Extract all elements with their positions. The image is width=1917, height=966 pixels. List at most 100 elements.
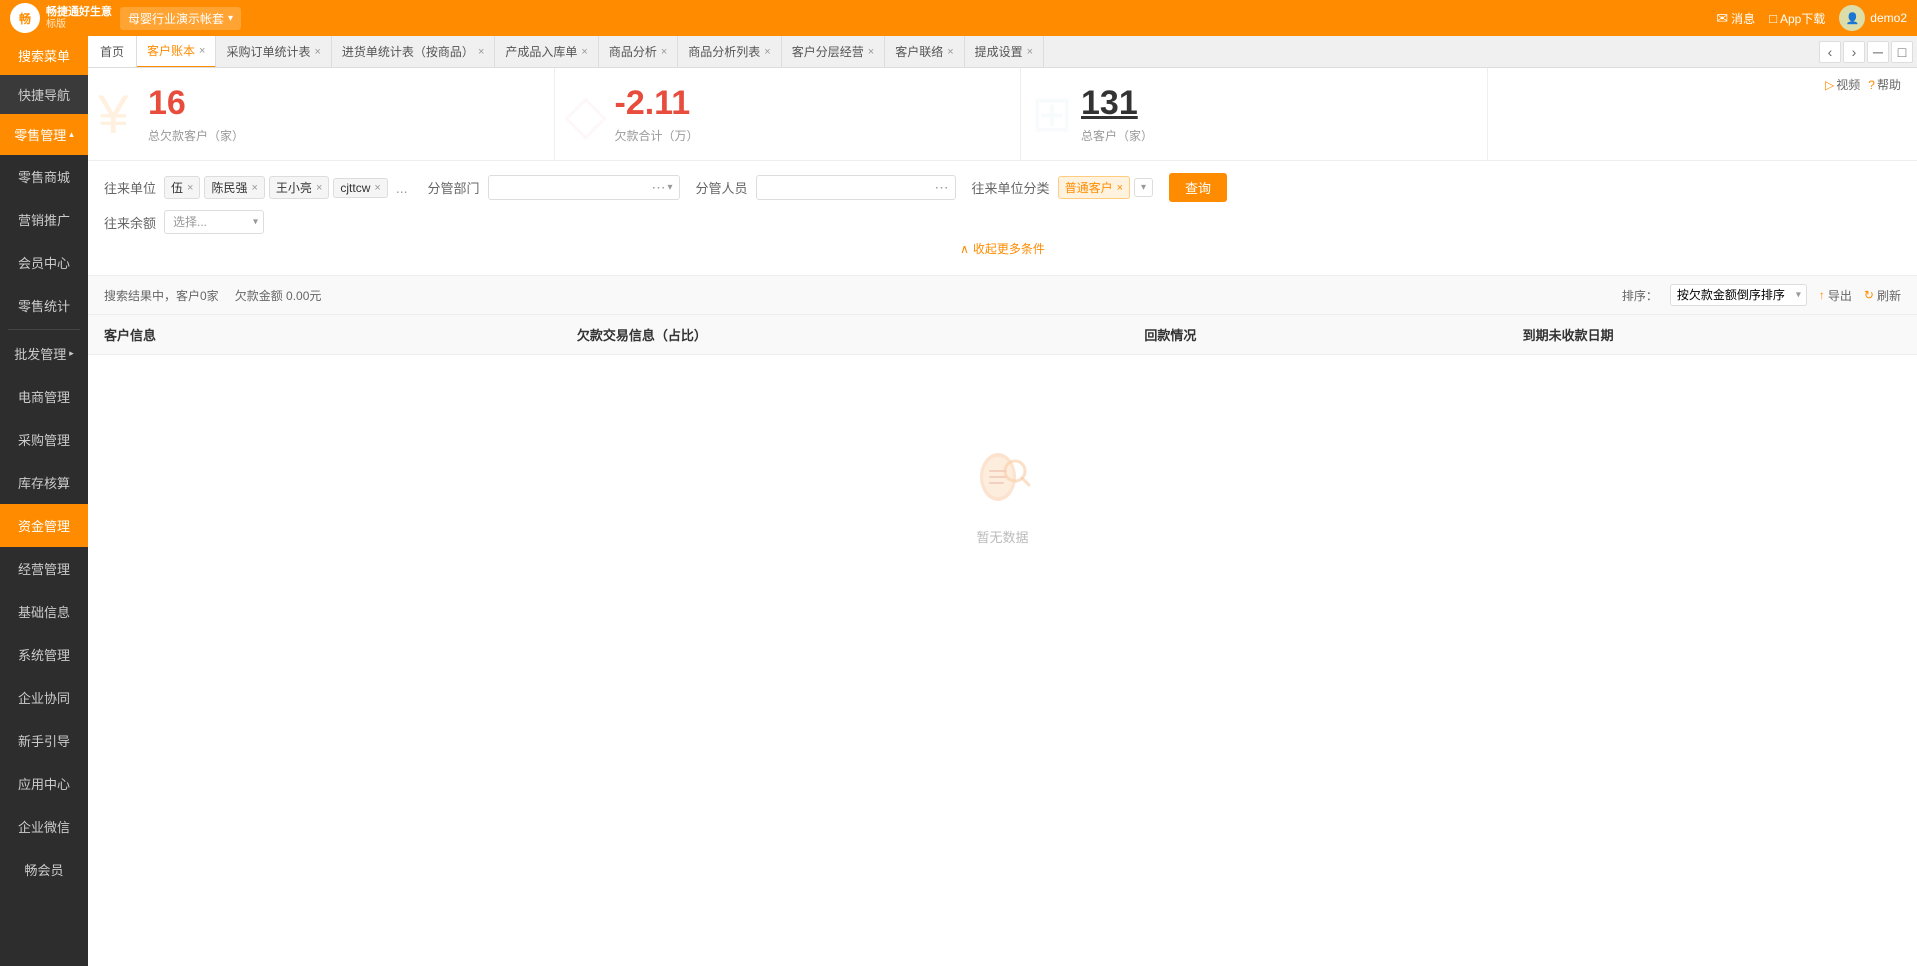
tab-purchase-order-close[interactable]: ×	[314, 46, 320, 58]
unit-tag-1[interactable]: 陈民强 ×	[204, 176, 264, 199]
sidebar-item-vip[interactable]: 畅会员	[0, 848, 88, 891]
unit-tag-3[interactable]: cjttcw ×	[333, 178, 387, 198]
username: demo2	[1870, 11, 1907, 25]
sidebar-item-enterprise[interactable]: 企业协同	[0, 676, 88, 719]
unit-more-btn[interactable]: ...	[392, 178, 412, 198]
sidebar-item-search[interactable]: 搜索菜单	[0, 36, 88, 75]
refresh-label: 刷新	[1877, 287, 1901, 304]
unit-tag-1-label: 陈民强	[211, 179, 247, 196]
sidebar-item-inventory[interactable]: 库存核算	[0, 461, 88, 504]
unit-tag-2-remove[interactable]: ×	[316, 182, 322, 194]
empty-text: 暂无数据	[976, 527, 1028, 546]
tab-scroll-left[interactable]: ‹	[1819, 41, 1841, 63]
tab-scroll-right[interactable]: ›	[1843, 41, 1865, 63]
person-filter-input-wrapper[interactable]: ⋯	[756, 175, 956, 200]
tab-product-analysis-list[interactable]: 商品分析列表 ×	[678, 36, 781, 68]
tab-bar: 首页 客户账本 × 采购订单统计表 × 进货单统计表（按商品） × 产成品入库单…	[88, 36, 1917, 68]
unit-tag-2[interactable]: 王小亮 ×	[269, 176, 329, 199]
category-tag-0-remove[interactable]: ×	[1117, 182, 1123, 194]
sidebar-item-system[interactable]: 系统管理	[0, 633, 88, 676]
app-download-btn[interactable]: □ App下载	[1769, 10, 1825, 27]
export-btn[interactable]: ↑ 导出	[1819, 287, 1852, 304]
retail-label: 零售管理	[14, 125, 66, 144]
col-header-customer: 客户信息	[104, 325, 577, 344]
category-tag-0[interactable]: 普通客户 ×	[1058, 176, 1130, 199]
tab-customer-contact[interactable]: 客户联络 ×	[885, 36, 964, 68]
sort-select[interactable]: 按欠款金额倒序排序	[1670, 284, 1807, 306]
sidebar-item-app-center[interactable]: 应用中心	[0, 762, 88, 805]
sidebar-item-wechat[interactable]: 企业微信	[0, 805, 88, 848]
system-label: 系统管理	[18, 648, 70, 663]
tab-stock-stats[interactable]: 进货单统计表（按商品） ×	[332, 36, 495, 68]
sidebar-item-marketing[interactable]: 营销推广	[0, 198, 88, 241]
refresh-btn[interactable]: ↻ 刷新	[1864, 287, 1901, 304]
col-header-due-date: 到期未收款日期	[1523, 325, 1901, 344]
app-icon: □	[1769, 11, 1777, 26]
logo-sub: 标版	[46, 20, 112, 30]
video-btn[interactable]: ▷ 视频	[1825, 76, 1860, 93]
dept-filter-input-wrapper[interactable]: ⋯ ▾	[488, 175, 680, 200]
stat-customers-value: 16	[148, 84, 530, 123]
sidebar-item-wholesale[interactable]: 批发管理 ▸	[0, 332, 88, 375]
tab-customer-contact-label: 客户联络	[895, 43, 943, 60]
sidebar-item-operations[interactable]: 经营管理	[0, 547, 88, 590]
tab-product-inbound[interactable]: 产成品入库单 ×	[495, 36, 598, 68]
tab-product-analysis-list-close[interactable]: ×	[764, 46, 770, 58]
wholesale-arrow-icon: ▸	[69, 348, 74, 359]
tab-product-inbound-close[interactable]: ×	[581, 46, 587, 58]
sort-select-wrapper: 按欠款金额倒序排序 ▾	[1670, 284, 1807, 306]
sidebar-item-retail[interactable]: 零售管理 ▴	[0, 114, 88, 155]
tab-customer-balance-close[interactable]: ×	[199, 45, 205, 57]
tab-promotion-settings[interactable]: 提成设置 ×	[965, 36, 1044, 68]
dept-filter-down[interactable]: ▾	[668, 182, 673, 193]
search-label: 搜索菜单	[18, 49, 70, 64]
category-dropdown-icon[interactable]: ▾	[1134, 178, 1153, 197]
wholesale-label: 批发管理	[14, 344, 66, 363]
tab-product-analysis[interactable]: 商品分析 ×	[599, 36, 678, 68]
person-filter-dots[interactable]: ⋯	[935, 179, 949, 196]
page-content: ¥ 16 总欠款客户（家） ◇ -2.11 欠款合计（万） ⊞ 131 总客户（…	[88, 68, 1917, 966]
sidebar-item-quick-nav[interactable]: 快捷导航	[0, 75, 88, 114]
sidebar-item-member[interactable]: 会员中心	[0, 241, 88, 284]
help-btn[interactable]: ? 帮助	[1868, 76, 1901, 93]
dept-filter-input[interactable]	[495, 181, 650, 195]
help-label: 帮助	[1877, 76, 1901, 93]
tab-promotion-settings-close[interactable]: ×	[1027, 46, 1033, 58]
unit-tag-0[interactable]: 伍 ×	[164, 176, 200, 199]
account-selector-wrapper[interactable]: 母婴行业演示帐套 ▾	[120, 7, 241, 30]
sidebar-item-finance[interactable]: 资金管理	[0, 504, 88, 547]
sidebar-item-basic-info[interactable]: 基础信息	[0, 590, 88, 633]
tab-home[interactable]: 首页	[88, 36, 137, 68]
sidebar-item-purchase[interactable]: 采购管理	[0, 418, 88, 461]
stat-total-clients-value: 131	[1081, 84, 1463, 123]
sidebar-item-retail-mall[interactable]: 零售商城	[0, 155, 88, 198]
dept-filter-dots[interactable]: ⋯	[652, 179, 666, 196]
vip-label: 畅会员	[24, 863, 63, 878]
account-selector-label: 母婴行业演示帐套	[128, 10, 224, 27]
tab-customer-tier[interactable]: 客户分层经营 ×	[782, 36, 885, 68]
tab-purchase-order[interactable]: 采购订单统计表 ×	[216, 36, 331, 68]
tab-minimize[interactable]: ─	[1867, 41, 1889, 63]
unit-tag-3-remove[interactable]: ×	[374, 182, 380, 194]
tab-stock-stats-close[interactable]: ×	[478, 46, 484, 58]
balance-filter-select[interactable]: 选择...	[164, 210, 264, 234]
tab-maximize[interactable]: □	[1891, 41, 1913, 63]
sidebar-item-new-user[interactable]: 新手引导	[0, 719, 88, 762]
tab-product-analysis-close[interactable]: ×	[661, 46, 667, 58]
tab-customer-tier-close[interactable]: ×	[868, 46, 874, 58]
unit-tag-0-remove[interactable]: ×	[187, 182, 193, 194]
sidebar-item-ecommerce[interactable]: 电商管理	[0, 375, 88, 418]
unit-tag-2-label: 王小亮	[276, 179, 312, 196]
collapse-btn[interactable]: ∧ 收起更多条件	[960, 240, 1045, 257]
message-btn[interactable]: ✉ 消息	[1716, 10, 1755, 27]
unit-tag-1-remove[interactable]: ×	[251, 182, 257, 194]
user-profile[interactable]: 👤 demo2	[1839, 5, 1907, 31]
tab-customer-contact-close[interactable]: ×	[947, 46, 953, 58]
avatar: 👤	[1839, 5, 1865, 31]
export-icon: ↑	[1819, 288, 1825, 302]
tab-customer-balance[interactable]: 客户账本 ×	[137, 36, 216, 68]
col-header-return-status: 回款情况	[1144, 325, 1522, 344]
query-button[interactable]: 查询	[1169, 173, 1227, 202]
sidebar-item-retail-stats[interactable]: 零售统计	[0, 284, 88, 327]
person-filter-input[interactable]	[763, 181, 933, 195]
